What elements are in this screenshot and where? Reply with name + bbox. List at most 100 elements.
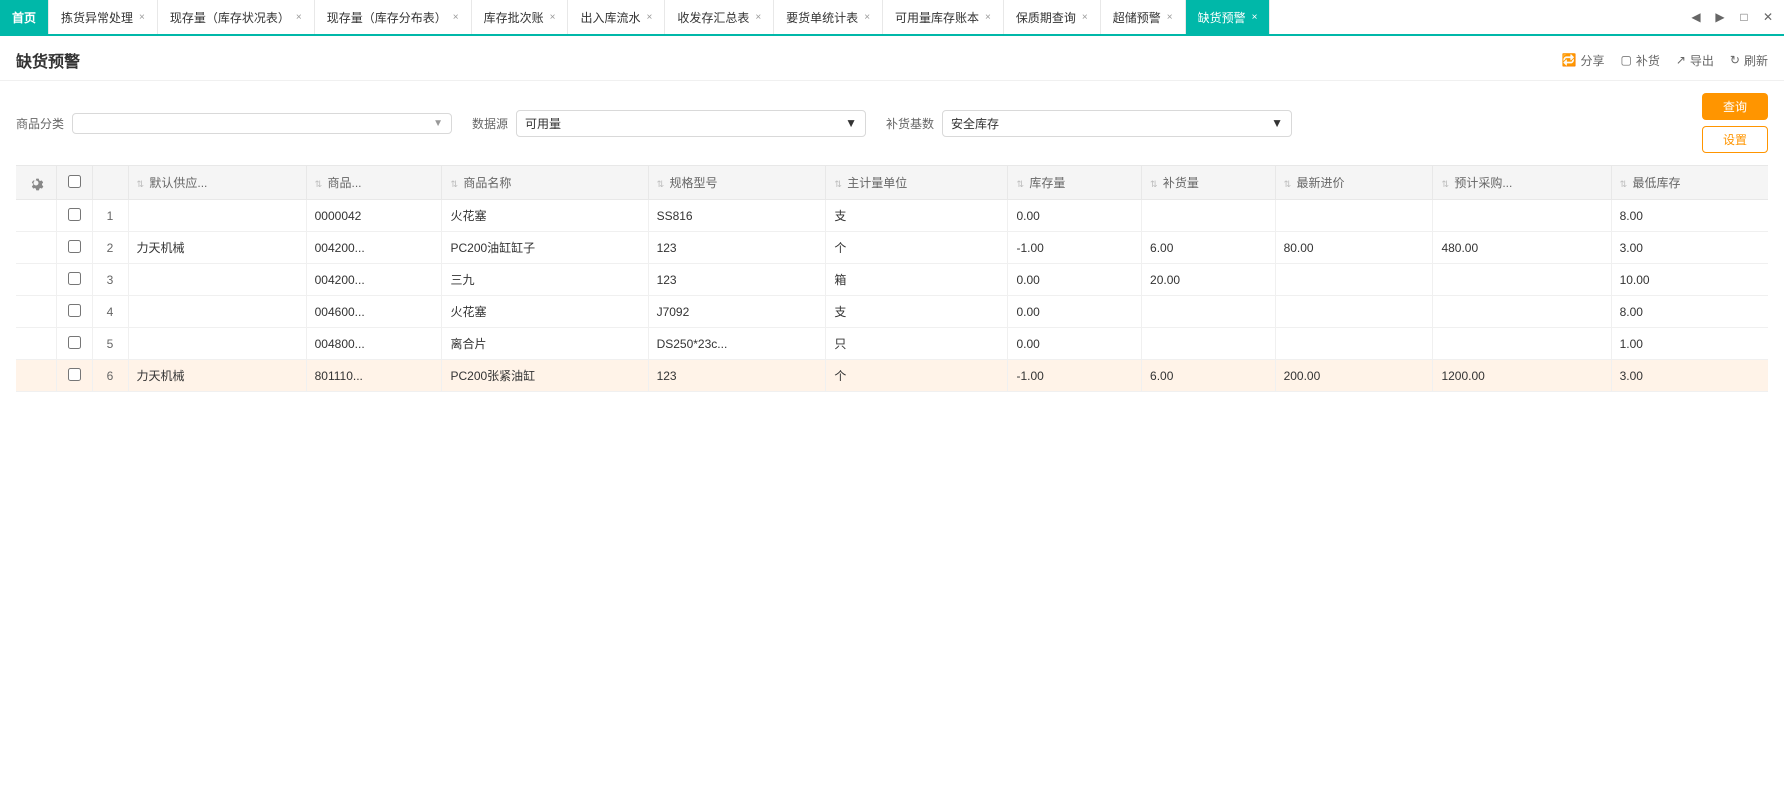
th-unit[interactable]: ⇅ 主计量单位 xyxy=(826,166,1008,200)
tab-stock-dist-close[interactable]: × xyxy=(453,12,459,23)
th-default-supplier[interactable]: ⇅ 默认供应... xyxy=(128,166,306,200)
tab-stock-dist[interactable]: 现存量（库存分布表） × xyxy=(315,0,472,34)
tab-picking-label: 拣货异常处理 xyxy=(61,9,133,26)
tab-available[interactable]: 可用量库存账本 × xyxy=(883,0,1004,34)
row-latest-price-cell: 80.00 xyxy=(1275,232,1433,264)
row-unit-cell: 支 xyxy=(826,296,1008,328)
row-check-cell[interactable] xyxy=(56,360,92,392)
th-product-code[interactable]: ⇅ 商品... xyxy=(306,166,442,200)
tab-next-button[interactable]: ▶ xyxy=(1708,5,1732,29)
category-select[interactable]: ▼ xyxy=(72,113,452,134)
tab-expiry[interactable]: 保质期查询 × xyxy=(1004,0,1101,34)
datasource-filter-label: 数据源 xyxy=(472,115,508,132)
row-settings-cell xyxy=(16,200,56,232)
row-check-cell[interactable] xyxy=(56,328,92,360)
th-num xyxy=(92,166,128,200)
tab-requisition[interactable]: 要货单统计表 × xyxy=(774,0,883,34)
row-checkbox-2[interactable] xyxy=(68,240,81,253)
sort-icon-replenish: ⇅ xyxy=(1150,179,1158,189)
row-supplier-cell: 力天机械 xyxy=(128,360,306,392)
tab-summary[interactable]: 收发存汇总表 × xyxy=(665,0,774,34)
export-button[interactable]: ↗ 导出 xyxy=(1676,52,1714,69)
th-replenish-qty[interactable]: ⇅ 补货量 xyxy=(1142,166,1276,200)
tab-requisition-close[interactable]: × xyxy=(864,12,870,23)
tab-stock-status[interactable]: 现存量（库存状况表） × xyxy=(158,0,315,34)
row-spec-cell: 123 xyxy=(648,264,826,296)
sort-icon-name: ⇅ xyxy=(450,179,458,189)
row-latest-price-cell xyxy=(1275,328,1433,360)
row-checkbox-5[interactable] xyxy=(68,336,81,349)
replenish-button[interactable]: ▢ 补货 xyxy=(1620,52,1659,69)
row-checkbox-1[interactable] xyxy=(68,208,81,221)
tab-shortage[interactable]: 缺货预警 × xyxy=(1186,0,1271,34)
replenish-base-dropdown-icon: ▼ xyxy=(1271,116,1283,130)
row-checkbox-4[interactable] xyxy=(68,304,81,317)
th-check[interactable] xyxy=(56,166,92,200)
row-replenish-qty-cell: 20.00 xyxy=(1142,264,1276,296)
row-spec-cell: DS250*23c... xyxy=(648,328,826,360)
row-checkbox-3[interactable] xyxy=(68,272,81,285)
row-stock-cell: 0.00 xyxy=(1008,328,1142,360)
row-spec-cell: 123 xyxy=(648,360,826,392)
tab-shortage-label: 缺货预警 xyxy=(1198,9,1246,26)
filter-area: 商品分类 ▼ 数据源 可用量 ▼ 补货基数 安全库存 ▼ 查询 设置 xyxy=(0,81,1784,165)
row-check-cell[interactable] xyxy=(56,296,92,328)
row-num-cell: 2 xyxy=(92,232,128,264)
th-est-purchase-label: 预计采购... xyxy=(1454,176,1512,190)
th-settings[interactable] xyxy=(16,166,56,200)
tab-batch[interactable]: 库存批次账 × xyxy=(472,0,569,34)
row-code-cell: 004600... xyxy=(306,296,442,328)
th-min-stock-label: 最低库存 xyxy=(1632,176,1680,190)
select-all-checkbox[interactable] xyxy=(68,175,81,188)
row-stock-cell: 0.00 xyxy=(1008,296,1142,328)
row-checkbox-6[interactable] xyxy=(68,368,81,381)
th-stock[interactable]: ⇅ 库存量 xyxy=(1008,166,1142,200)
tab-picking[interactable]: 拣货异常处理 × xyxy=(49,0,158,34)
row-settings-cell xyxy=(16,232,56,264)
th-latest-price[interactable]: ⇅ 最新进价 xyxy=(1275,166,1433,200)
row-check-cell[interactable] xyxy=(56,200,92,232)
tab-shortage-close[interactable]: × xyxy=(1252,12,1258,23)
row-num-cell: 5 xyxy=(92,328,128,360)
tab-batch-close[interactable]: × xyxy=(550,12,556,23)
tab-expiry-close[interactable]: × xyxy=(1082,12,1088,23)
refresh-button[interactable]: ↻ 刷新 xyxy=(1730,52,1768,69)
datasource-dropdown-icon: ▼ xyxy=(845,116,857,130)
table-container: ⇅ 默认供应... ⇅ 商品... ⇅ 商品名称 ⇅ 规格型号 xyxy=(0,165,1784,408)
sort-icon-code: ⇅ xyxy=(315,179,323,189)
tab-bar: 首页 拣货异常处理 × 现存量（库存状况表） × 现存量（库存分布表） × 库存… xyxy=(0,0,1784,36)
tab-available-close[interactable]: × xyxy=(985,12,991,23)
tab-close-all-button[interactable]: ✕ xyxy=(1756,5,1780,29)
tab-prev-button[interactable]: ◀ xyxy=(1684,5,1708,29)
tab-flow-close[interactable]: × xyxy=(646,12,652,23)
refresh-label: 刷新 xyxy=(1744,52,1768,69)
tab-overstock-close[interactable]: × xyxy=(1167,12,1173,23)
row-unit-cell: 只 xyxy=(826,328,1008,360)
query-button[interactable]: 查询 xyxy=(1702,93,1768,120)
tab-stock-status-close[interactable]: × xyxy=(296,12,302,23)
tab-restore-button[interactable]: □ xyxy=(1732,5,1756,29)
th-spec[interactable]: ⇅ 规格型号 xyxy=(648,166,826,200)
share-button[interactable]: 🔁 分享 xyxy=(1562,52,1605,69)
tab-overstock[interactable]: 超储预警 × xyxy=(1101,0,1186,34)
replenish-base-select[interactable]: 安全库存 ▼ xyxy=(942,110,1292,137)
datasource-select[interactable]: 可用量 ▼ xyxy=(516,110,866,137)
tab-expiry-label: 保质期查询 xyxy=(1016,9,1076,26)
row-check-cell[interactable] xyxy=(56,232,92,264)
tab-summary-close[interactable]: × xyxy=(755,12,761,23)
th-product-name[interactable]: ⇅ 商品名称 xyxy=(442,166,648,200)
th-min-stock[interactable]: ⇅ 最低库存 xyxy=(1611,166,1768,200)
row-stock-cell: 0.00 xyxy=(1008,200,1142,232)
datasource-filter-group: 数据源 可用量 ▼ xyxy=(472,110,866,137)
datasource-select-value: 可用量 xyxy=(525,115,561,132)
settings-button[interactable]: 设置 xyxy=(1702,126,1768,153)
row-check-cell[interactable] xyxy=(56,264,92,296)
tab-home[interactable]: 首页 xyxy=(0,0,49,34)
tab-overstock-label: 超储预警 xyxy=(1113,9,1161,26)
tab-flow[interactable]: 出入库流水 × xyxy=(568,0,665,34)
header-actions: 🔁 分享 ▢ 补货 ↗ 导出 ↻ 刷新 xyxy=(1562,52,1768,69)
sort-icon-min: ⇅ xyxy=(1620,179,1628,189)
gear-icon xyxy=(28,175,44,191)
tab-picking-close[interactable]: × xyxy=(139,12,145,23)
th-est-purchase[interactable]: ⇅ 预计采购... xyxy=(1433,166,1611,200)
